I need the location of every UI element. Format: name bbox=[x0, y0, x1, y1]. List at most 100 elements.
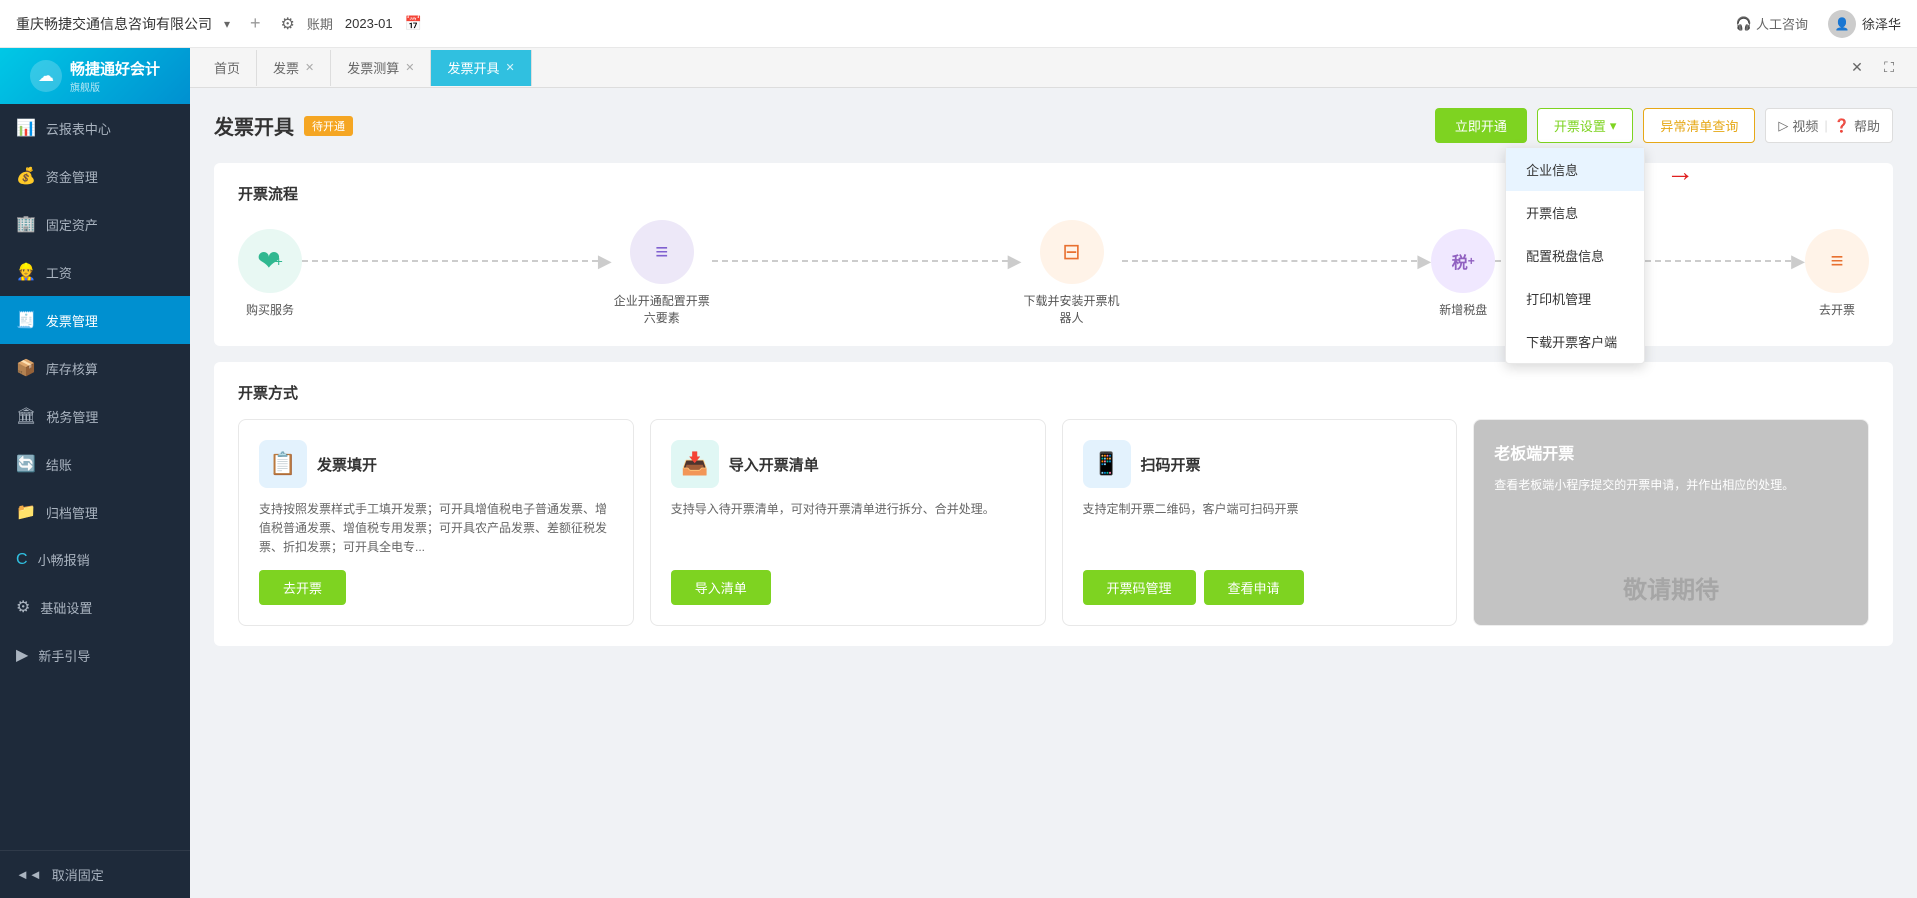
tab-invoice-close[interactable]: ✕ bbox=[305, 61, 314, 74]
workflow-step-tax: 税+ 新增税盘 bbox=[1431, 229, 1495, 318]
sidebar-item-guide[interactable]: ▶ 新手引导 bbox=[0, 631, 190, 679]
tab-close-all-btn[interactable]: ✕ bbox=[1845, 56, 1869, 80]
scan-icon: 📱 bbox=[1083, 440, 1131, 488]
tab-estimate-close[interactable]: ✕ bbox=[405, 61, 414, 74]
company-dropdown-btn[interactable]: ▾ bbox=[224, 17, 230, 31]
fill-icon: 📋 bbox=[259, 440, 307, 488]
fill-go-btn[interactable]: 去开票 bbox=[259, 570, 346, 605]
support-btn[interactable]: 🎧 人工咨询 bbox=[1736, 14, 1808, 33]
sidebar-item-label: 小畅报销 bbox=[38, 550, 90, 569]
page-content: 发票开具 待开通 立即开通 开票设置 ▾ bbox=[190, 88, 1917, 898]
invoice-info-label: 开票信息 bbox=[1526, 206, 1578, 221]
scan-btns: 开票码管理 查看申请 bbox=[1083, 570, 1437, 605]
tab-invoice-estimate[interactable]: 发票测算 ✕ bbox=[331, 50, 431, 86]
download-label: 下载并安装开票机器人 bbox=[1022, 292, 1122, 326]
video-help-btn[interactable]: ▷ 视频 | ❓ 帮助 bbox=[1765, 108, 1893, 143]
sidebar-item-settings[interactable]: ⚙ 基础设置 bbox=[0, 583, 190, 631]
config-icon: ≡ bbox=[630, 220, 694, 284]
boss-overlay: 敬请期待 bbox=[1474, 570, 1868, 605]
boss-desc: 查看老板端小程序提交的开票申请，并作出相应的处理。 bbox=[1494, 476, 1848, 495]
sidebar-item-inventory[interactable]: 📦 库存核算 bbox=[0, 344, 190, 392]
sidebar-item-label: 库存核算 bbox=[46, 359, 98, 378]
global-settings-btn[interactable]: ⚙ bbox=[281, 14, 295, 34]
support-label: 人工咨询 bbox=[1756, 14, 1808, 33]
connector-2: ▶ bbox=[712, 251, 1022, 296]
calendar-icon[interactable]: 📅 bbox=[405, 15, 422, 32]
buy-label: 购买服务 bbox=[246, 301, 294, 318]
sidebar-item-label: 结账 bbox=[46, 455, 72, 474]
inventory-icon: 📦 bbox=[16, 358, 36, 378]
checkout-icon: 🔄 bbox=[16, 454, 36, 474]
fixed-assets-icon: 🏢 bbox=[16, 214, 36, 234]
logo-text: 畅捷通好会计 bbox=[70, 58, 160, 79]
method-card-boss: 老板端开票 查看老板端小程序提交的开票申请，并作出相应的处理。 敬请期待 bbox=[1473, 419, 1869, 626]
salary-icon: 👷 bbox=[16, 262, 36, 282]
view-apply-btn[interactable]: 查看申请 bbox=[1204, 570, 1304, 605]
tax-add-icon: 税+ bbox=[1431, 229, 1495, 293]
period-label: 账期 bbox=[307, 14, 333, 33]
tab-invoice[interactable]: 发票 ✕ bbox=[257, 50, 331, 86]
user-info[interactable]: 👤 徐泽华 bbox=[1828, 10, 1901, 38]
invoice-icon: 🧾 bbox=[16, 310, 36, 330]
connector-1: ▶ bbox=[302, 251, 612, 296]
settings-btn[interactable]: 开票设置 ▾ bbox=[1537, 108, 1634, 143]
sidebar-item-fund[interactable]: 💰 资金管理 bbox=[0, 152, 190, 200]
page-title: 发票开具 bbox=[214, 111, 294, 140]
sidebar-item-salary[interactable]: 👷 工资 bbox=[0, 248, 190, 296]
boss-title: 老板端开票 bbox=[1494, 440, 1574, 464]
sidebar-item-label: 新手引导 bbox=[38, 646, 90, 665]
tab-open-close[interactable]: ✕ bbox=[506, 61, 515, 74]
sidebar-item-label: 税务管理 bbox=[46, 407, 98, 426]
red-arrow: → bbox=[1666, 156, 1694, 188]
download-icon: ⊟ bbox=[1040, 220, 1104, 284]
qr-manage-btn[interactable]: 开票码管理 bbox=[1083, 570, 1196, 605]
menu-item-tax-config[interactable]: 配置税盘信息 bbox=[1506, 234, 1644, 277]
workflow-step-go-invoice: ≡ 去开票 bbox=[1805, 229, 1869, 318]
tab-bar: 首页 发票 ✕ 发票测算 ✕ 发票开具 ✕ ✕ ⛶ bbox=[190, 48, 1917, 88]
download-client-label: 下载开票客户端 bbox=[1526, 335, 1617, 350]
sidebar-collapse-btn[interactable]: ◄◄ 取消固定 bbox=[0, 850, 190, 898]
import-list-btn[interactable]: 导入清单 bbox=[671, 570, 771, 605]
avatar: 👤 bbox=[1828, 10, 1856, 38]
sidebar-item-report-sales[interactable]: C 小畅报销 bbox=[0, 536, 190, 583]
menu-item-download-client[interactable]: 下载开票客户端 bbox=[1506, 320, 1644, 363]
menu-item-invoice-info[interactable]: 开票信息 bbox=[1506, 191, 1644, 234]
tab-invoice-open[interactable]: 发票开具 ✕ bbox=[431, 50, 531, 86]
menu-item-company-info[interactable]: 企业信息 bbox=[1506, 148, 1644, 191]
avatar-icon: 👤 bbox=[1835, 17, 1850, 31]
tab-home[interactable]: 首页 bbox=[198, 50, 257, 86]
method-scan-header: 📱 扫码开票 bbox=[1083, 440, 1437, 488]
method-card-scan: 📱 扫码开票 支持定制开票二维码，客户端可扫码开票 开票码管理 查看申请 bbox=[1062, 419, 1458, 626]
play-icon: ▷ bbox=[1778, 118, 1788, 134]
method-import-header: 📥 导入开票清单 bbox=[671, 440, 1025, 488]
sidebar-logo: ☁ 畅捷通好会计 旗舰版 bbox=[0, 48, 190, 104]
tab-home-label: 首页 bbox=[214, 58, 240, 77]
period-value: 2023-01 bbox=[345, 16, 393, 31]
buy-icon: ❤ + bbox=[238, 229, 302, 293]
archive-icon: 📁 bbox=[16, 502, 36, 522]
tab-estimate-label: 发票测算 bbox=[347, 58, 399, 77]
menu-item-printer[interactable]: 打印机管理 bbox=[1506, 277, 1644, 320]
sidebar-item-checkout[interactable]: 🔄 结账 bbox=[0, 440, 190, 488]
sidebar-item-fixed-assets[interactable]: 🏢 固定资产 bbox=[0, 200, 190, 248]
settings-dropdown-icon: ▾ bbox=[1610, 118, 1617, 134]
tax-icon: 🏛 bbox=[16, 406, 36, 426]
sidebar-item-cloud-report[interactable]: 📊 云报表中心 bbox=[0, 104, 190, 152]
activate-btn[interactable]: 立即开通 bbox=[1435, 108, 1527, 143]
fund-icon: 💰 bbox=[16, 166, 36, 186]
add-company-btn[interactable]: + bbox=[242, 13, 269, 34]
tab-maximize-btn[interactable]: ⛶ bbox=[1877, 56, 1901, 80]
invoice-methods-section: 开票方式 📋 发票填开 支持按照发票样式手工填开发票；可开具增值税电子普通发票、… bbox=[214, 362, 1893, 646]
sidebar-item-label: 工资 bbox=[46, 263, 72, 282]
logo-icon: ☁ bbox=[30, 60, 62, 92]
sidebar-item-tax[interactable]: 🏛 税务管理 bbox=[0, 392, 190, 440]
scan-title: 扫码开票 bbox=[1141, 454, 1201, 475]
workflow-step-download: ⊟ 下载并安装开票机器人 bbox=[1022, 220, 1122, 326]
scan-desc: 支持定制开票二维码，客户端可扫码开票 bbox=[1083, 500, 1437, 519]
abnormal-list-btn[interactable]: 异常清单查询 bbox=[1643, 108, 1755, 143]
sidebar-item-archive[interactable]: 📁 归档管理 bbox=[0, 488, 190, 536]
sidebar-item-label: 资金管理 bbox=[46, 167, 98, 186]
sidebar-item-label: 固定资产 bbox=[46, 215, 98, 234]
sidebar-item-invoice[interactable]: 🧾 发票管理 bbox=[0, 296, 190, 344]
top-bar: 重庆畅捷交通信息咨询有限公司 ▾ + ⚙ 账期 2023-01 📅 🎧 人工咨询… bbox=[0, 0, 1917, 48]
